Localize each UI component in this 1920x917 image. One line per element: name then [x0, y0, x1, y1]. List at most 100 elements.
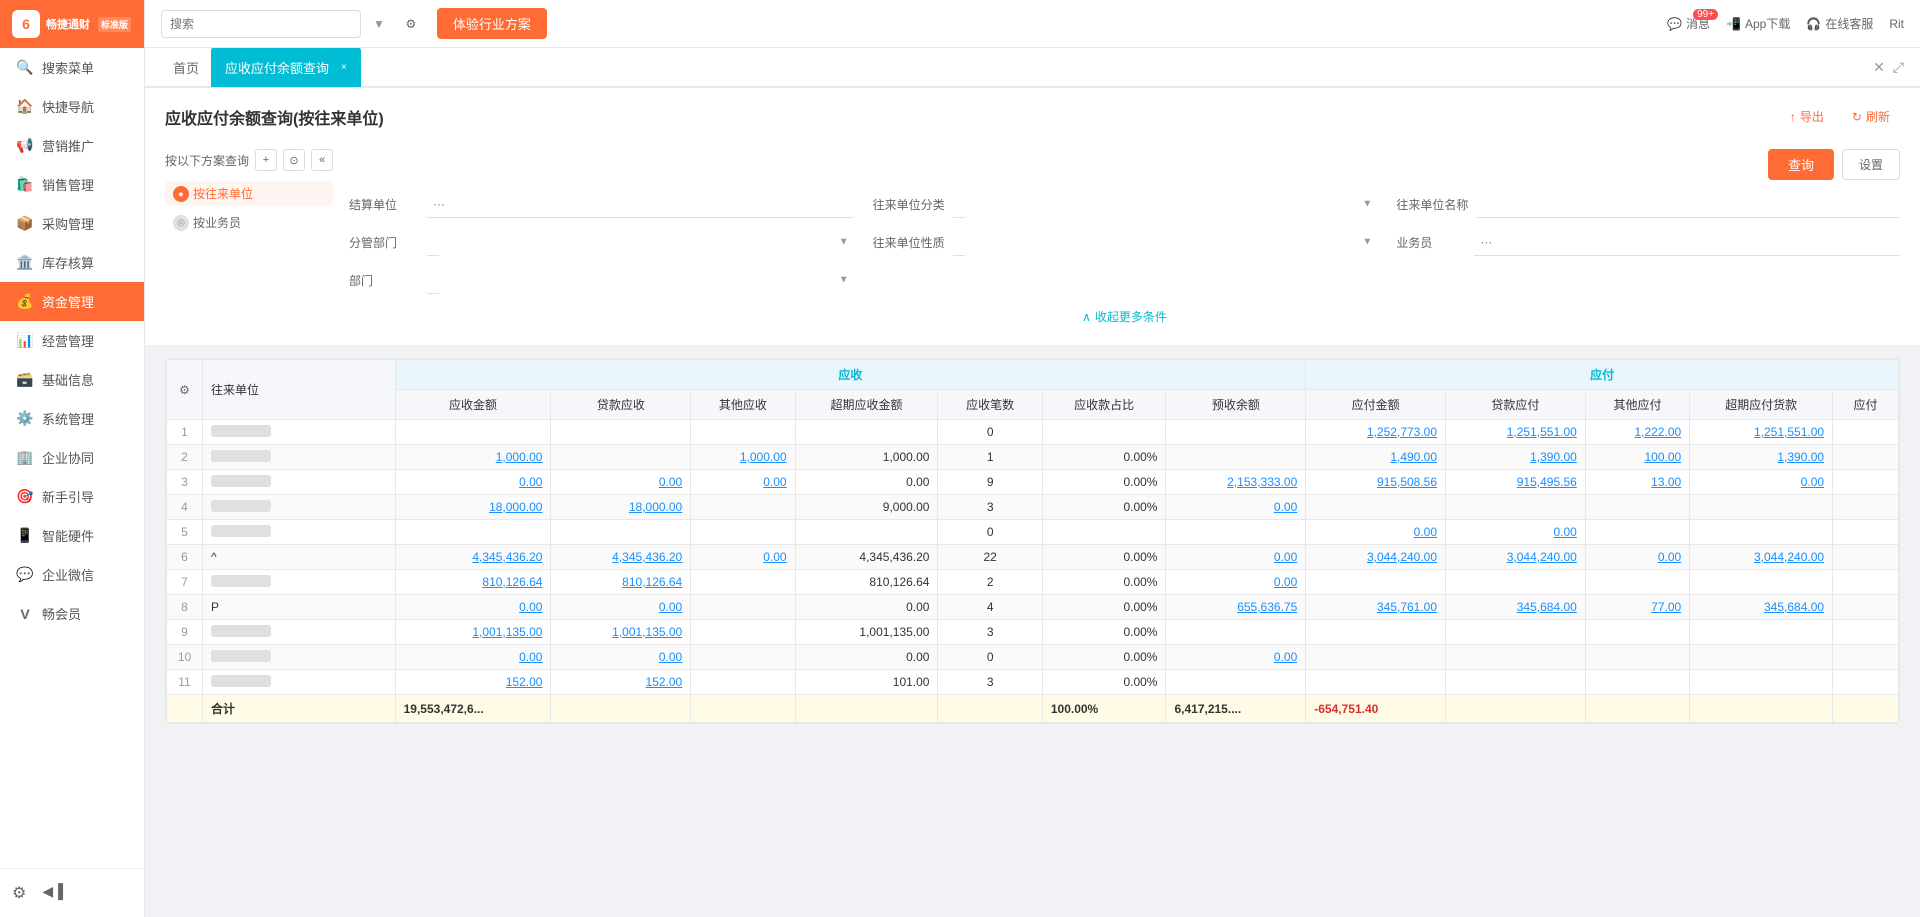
cell-yushou[interactable] [1166, 620, 1306, 645]
cell-yushou[interactable] [1166, 520, 1306, 545]
cell-yr_je[interactable]: 1,000.00 [395, 445, 551, 470]
staff-input[interactable] [1474, 228, 1900, 256]
cell-qt_yr[interactable] [691, 595, 795, 620]
cell-yr_je[interactable] [395, 520, 551, 545]
cell-qt_yr[interactable] [691, 420, 795, 445]
window-close-btn[interactable]: ✕ [1873, 59, 1885, 76]
cell-yf_je[interactable]: 345,761.00 [1306, 595, 1446, 620]
cell-qt_yf[interactable] [1585, 495, 1689, 520]
cell-dk_yf[interactable]: 345,684.00 [1446, 595, 1586, 620]
cell-dk_yf[interactable]: 1,251,551.00 [1446, 420, 1586, 445]
sidebar-item-enterprise[interactable]: 🏢 企业协同 [0, 438, 144, 477]
online-service-btn[interactable]: 🎧 在线客服 [1806, 15, 1873, 32]
cell-cq_yf[interactable]: 3,044,240.00 [1690, 545, 1833, 570]
cell-yf_je[interactable]: 0.00 [1306, 520, 1446, 545]
query-btn[interactable]: 查询 [1768, 149, 1834, 180]
cell-yr_je[interactable] [395, 420, 551, 445]
tab-home[interactable]: 首页 [161, 47, 211, 87]
cell-dk_yr[interactable]: 0.00 [551, 645, 691, 670]
sidebar-settings-btn[interactable]: ⚙ [12, 883, 26, 903]
cell-dk_yf[interactable]: 0.00 [1446, 520, 1586, 545]
cell-cq_yf[interactable] [1690, 620, 1833, 645]
cell-qt_yr[interactable] [691, 620, 795, 645]
cell-yushou[interactable] [1166, 670, 1306, 695]
cell-cq_yf[interactable] [1690, 670, 1833, 695]
cell-yf_je[interactable] [1306, 645, 1446, 670]
partner-cat-select[interactable] [953, 190, 965, 218]
cell-yf_je[interactable] [1306, 670, 1446, 695]
cell-dk_yf[interactable] [1446, 670, 1586, 695]
cell-dk_yr[interactable]: 0.00 [551, 470, 691, 495]
cell-qt_yr[interactable] [691, 495, 795, 520]
cell-yushou[interactable]: 655,636.75 [1166, 595, 1306, 620]
cell-qt_yr[interactable] [691, 670, 795, 695]
cell-dk_yr[interactable] [551, 520, 691, 545]
cell-qt_yr[interactable] [691, 570, 795, 595]
filter-by-partner[interactable]: ● 按往来单位 [165, 181, 333, 206]
cell-yr_je[interactable]: 0.00 [395, 470, 551, 495]
cell-qt_yr[interactable]: 0.00 [691, 545, 795, 570]
partner-name-input[interactable] [1476, 190, 1900, 218]
add-filter-btn[interactable]: + [255, 149, 277, 171]
sidebar-item-quick-nav[interactable]: 🏠 快捷导航 [0, 87, 144, 126]
nature-select[interactable] [953, 228, 965, 256]
cell-yf_je[interactable] [1306, 620, 1446, 645]
cell-yushou[interactable]: 0.00 [1166, 570, 1306, 595]
settlement-input[interactable] [427, 190, 853, 218]
cell-qt_yf[interactable] [1585, 570, 1689, 595]
sidebar-item-hardware[interactable]: 📱 智能硬件 [0, 516, 144, 555]
cell-qt_yf[interactable] [1585, 645, 1689, 670]
message-btn[interactable]: 💬 消息 99+ [1667, 15, 1710, 32]
cell-yf_je[interactable] [1306, 570, 1446, 595]
cell-yushou[interactable]: 0.00 [1166, 545, 1306, 570]
cell-dk_yr[interactable]: 152.00 [551, 670, 691, 695]
cell-yf_je[interactable]: 1,252,773.00 [1306, 420, 1446, 445]
sidebar-item-member[interactable]: V 畅会员 [0, 594, 144, 633]
sidebar-item-basic-info[interactable]: 🗃️ 基础信息 [0, 360, 144, 399]
filter-by-staff[interactable]: ◎ 按业务员 [165, 210, 333, 235]
cell-qt_yf[interactable] [1585, 670, 1689, 695]
cell-dk_yr[interactable]: 810,126.64 [551, 570, 691, 595]
sidebar-item-guide[interactable]: 🎯 新手引导 [0, 477, 144, 516]
dept-select[interactable] [427, 228, 439, 256]
collapse-filter-btn[interactable]: « [311, 149, 333, 171]
cell-dk_yr[interactable] [551, 420, 691, 445]
tab-close-btn[interactable]: × [341, 62, 347, 73]
cell-cq_yf[interactable]: 1,251,551.00 [1690, 420, 1833, 445]
tab-balance-query[interactable]: 应收应付余额查询 × [211, 47, 361, 87]
cell-yr_je[interactable]: 18,000.00 [395, 495, 551, 520]
topbar-gear-btn[interactable]: ⚙ [397, 10, 425, 38]
cell-yushou[interactable] [1166, 420, 1306, 445]
cell-yr_je[interactable]: 0.00 [395, 645, 551, 670]
cell-dk_yf[interactable] [1446, 645, 1586, 670]
user-info[interactable]: Rit [1889, 17, 1904, 31]
cell-yr_je[interactable]: 1,001,135.00 [395, 620, 551, 645]
topbar-search-input[interactable] [161, 10, 361, 38]
cell-yf_je[interactable]: 1,490.00 [1306, 445, 1446, 470]
cell-qt_yr[interactable] [691, 520, 795, 545]
sidebar-item-wechat[interactable]: 💬 企业微信 [0, 555, 144, 594]
cell-qt_yf[interactable]: 77.00 [1585, 595, 1689, 620]
cell-cq_yf[interactable] [1690, 645, 1833, 670]
refresh-btn[interactable]: ↻ 刷新 [1842, 104, 1900, 129]
cell-yf_je[interactable] [1306, 495, 1446, 520]
cell-dk_yf[interactable]: 915,495.56 [1446, 470, 1586, 495]
cell-yr_je[interactable]: 152.00 [395, 670, 551, 695]
main-dept-select[interactable] [427, 266, 439, 294]
sidebar-item-finance[interactable]: 💰 资金管理 [0, 282, 144, 321]
cell-yushou[interactable]: 2,153,333.00 [1166, 470, 1306, 495]
cell-cq_yf[interactable]: 0.00 [1690, 470, 1833, 495]
cell-qt_yf[interactable]: 1,222.00 [1585, 420, 1689, 445]
cell-cq_yf[interactable]: 345,684.00 [1690, 595, 1833, 620]
cell-qt_yr[interactable] [691, 645, 795, 670]
cell-yushou[interactable]: 0.00 [1166, 645, 1306, 670]
cell-yr_je[interactable]: 4,345,436.20 [395, 545, 551, 570]
sidebar-item-marketing[interactable]: 📢 营销推广 [0, 126, 144, 165]
cell-cq_yf[interactable] [1690, 495, 1833, 520]
config-filter-btn[interactable]: ⊙ [283, 149, 305, 171]
th-settings[interactable]: ⚙ [167, 360, 203, 420]
cell-yushou[interactable] [1166, 445, 1306, 470]
cell-dk_yr[interactable] [551, 445, 691, 470]
cell-qt_yf[interactable]: 0.00 [1585, 545, 1689, 570]
cell-dk_yr[interactable]: 0.00 [551, 595, 691, 620]
